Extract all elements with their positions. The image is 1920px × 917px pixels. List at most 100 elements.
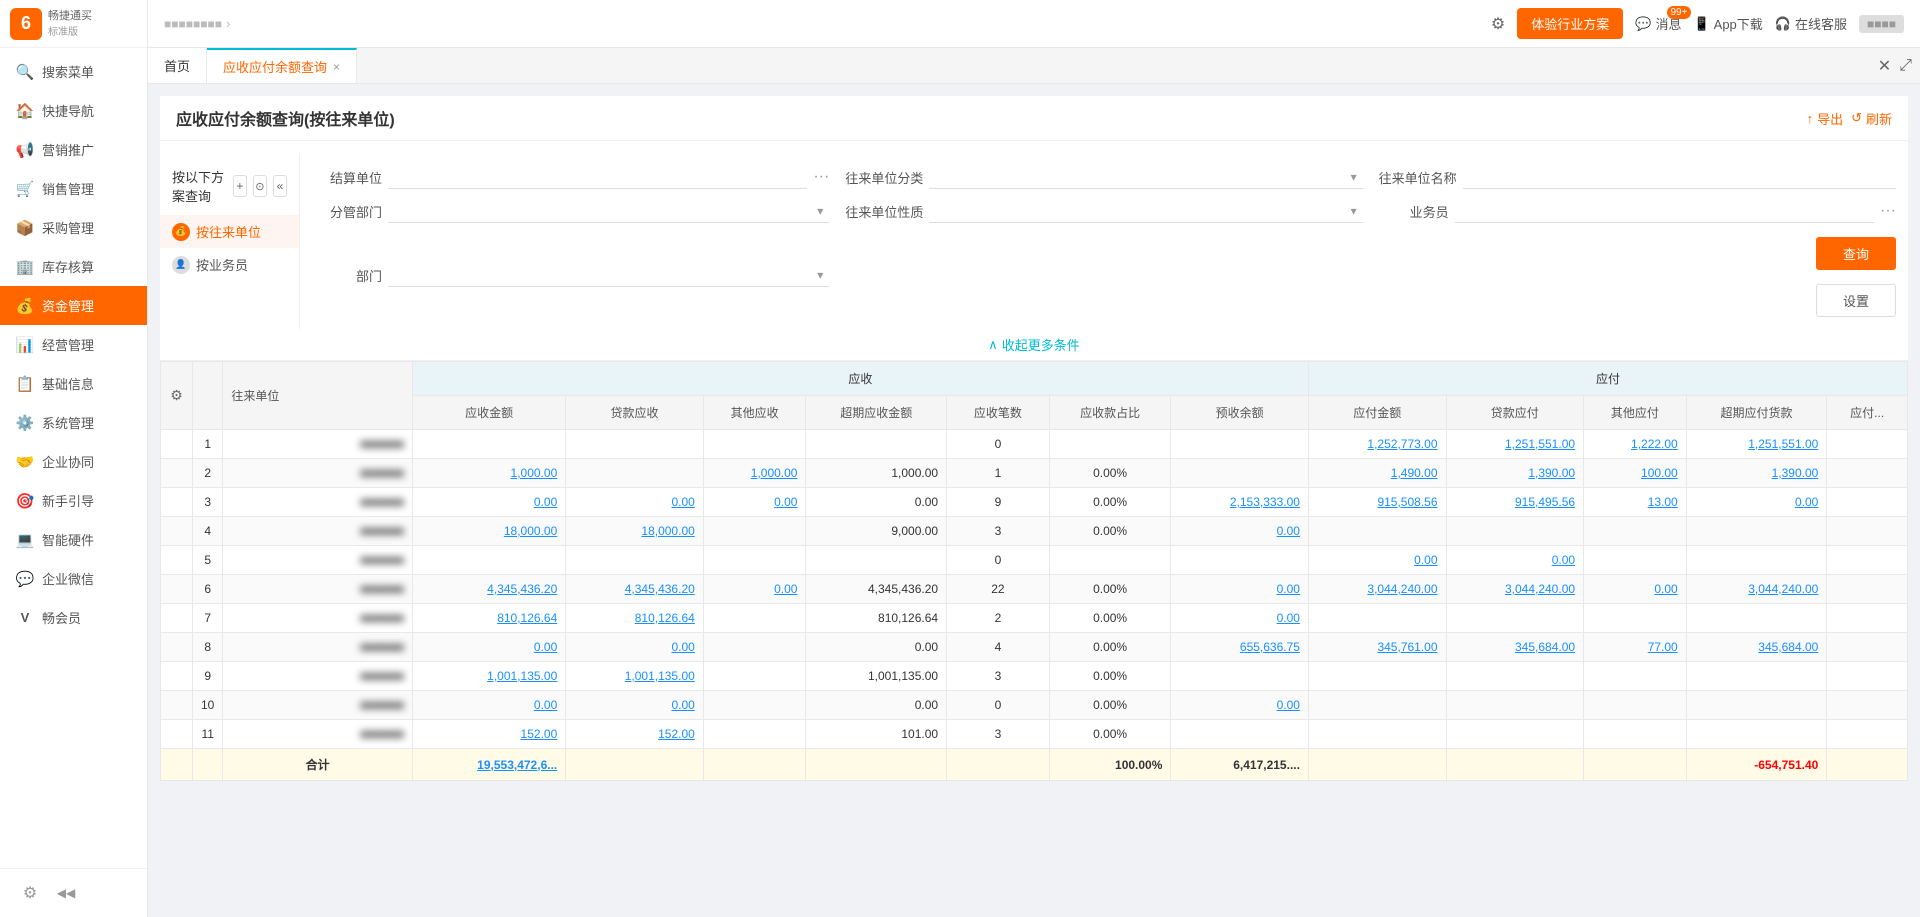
- table-cell[interactable]: 0.00: [1171, 575, 1309, 604]
- table-cell[interactable]: 18,000.00: [412, 517, 565, 546]
- table-cell[interactable]: 1,000.00: [703, 459, 806, 488]
- table-cell[interactable]: 77.00: [1584, 633, 1687, 662]
- table-cell[interactable]: 2,153,333.00: [1171, 488, 1309, 517]
- table-cell[interactable]: 100.00: [1584, 459, 1687, 488]
- table-cell[interactable]: 0.00: [566, 691, 704, 720]
- filter-collapse-btn[interactable]: «: [273, 175, 287, 197]
- partner-nature-select[interactable]: ▾: [929, 200, 1362, 223]
- table-cell[interactable]: 0.00: [703, 575, 806, 604]
- table-cell[interactable]: 0.00: [1171, 691, 1309, 720]
- sidebar-item-guide[interactable]: 🎯 新手引导: [0, 481, 147, 520]
- table-cell[interactable]: 0.00: [1308, 546, 1446, 575]
- th-gear[interactable]: ⚙: [161, 362, 193, 430]
- table-cell[interactable]: 0.00: [412, 633, 565, 662]
- table-cell[interactable]: 152.00: [566, 720, 704, 749]
- add-filter-btn[interactable]: +: [233, 175, 247, 197]
- gear-icon[interactable]: ⚙: [1491, 14, 1505, 34]
- table-cell[interactable]: 0.00: [566, 633, 704, 662]
- sidebar-item-purchase[interactable]: 📦 采购管理: [0, 208, 147, 247]
- table-cell[interactable]: 1,001,135.00: [412, 662, 565, 691]
- table-cell[interactable]: 3,044,240.00: [1446, 575, 1584, 604]
- table-cell[interactable]: 18,000.00: [566, 517, 704, 546]
- table-cell[interactable]: 13.00: [1584, 488, 1687, 517]
- tab-home[interactable]: 首页: [148, 48, 207, 83]
- message-btn[interactable]: 💬 消息 99+: [1635, 14, 1681, 33]
- salesperson-dots-icon[interactable]: ···: [1880, 202, 1896, 220]
- table-cell[interactable]: 3,044,240.00: [1308, 575, 1446, 604]
- user-info[interactable]: ■■■■: [1859, 16, 1904, 31]
- sidebar-item-member[interactable]: V 畅会员: [0, 598, 147, 637]
- dept-manage-select[interactable]: ▾: [388, 200, 829, 223]
- sidebar-item-hardware[interactable]: 💻 智能硬件: [0, 520, 147, 559]
- sidebar-collapse-icon[interactable]: ◀◀: [52, 879, 80, 907]
- collapse-btn[interactable]: ∧ 收起更多条件: [160, 329, 1908, 360]
- table-cell[interactable]: 345,684.00: [1686, 633, 1827, 662]
- table-cell[interactable]: 152.00: [412, 720, 565, 749]
- table-cell[interactable]: 1,001,135.00: [566, 662, 704, 691]
- gear-icon-table[interactable]: ⚙: [170, 387, 183, 403]
- service-btn[interactable]: 🎧 在线客服: [1775, 14, 1847, 33]
- table-cell[interactable]: 1,251,551.00: [1446, 430, 1584, 459]
- table-cell[interactable]: 345,684.00: [1446, 633, 1584, 662]
- table-cell[interactable]: 0.00: [412, 488, 565, 517]
- table-cell[interactable]: 4,345,436.20: [412, 575, 565, 604]
- table-cell[interactable]: 655,636.75: [1171, 633, 1309, 662]
- query-btn[interactable]: 查询: [1816, 237, 1896, 270]
- sidebar-settings-icon[interactable]: ⚙: [16, 879, 44, 907]
- salesperson-input[interactable]: [1455, 199, 1874, 223]
- table-wrapper[interactable]: ⚙ 往来单位 应收 应付 应收金额 贷款应收 其他应收 超期应收金额 应收笔数: [160, 361, 1908, 781]
- partner-name-input[interactable]: [1463, 165, 1896, 189]
- summary-ar-amount[interactable]: 19,553,472,6...: [412, 749, 565, 781]
- sidebar-item-system[interactable]: ⚙️ 系统管理: [0, 403, 147, 442]
- sidebar-item-inventory[interactable]: 🏢 库存核算: [0, 247, 147, 286]
- table-cell[interactable]: 810,126.64: [566, 604, 704, 633]
- trial-btn[interactable]: 体验行业方案: [1517, 8, 1623, 39]
- settlement-input[interactable]: [388, 165, 807, 189]
- query-panel-by-partner[interactable]: 💰 按往来单位: [160, 215, 299, 248]
- sidebar-item-sales[interactable]: 🛒 销售管理: [0, 169, 147, 208]
- sidebar-item-corp[interactable]: 🤝 企业协同: [0, 442, 147, 481]
- dept-select[interactable]: ▾: [388, 264, 829, 287]
- app-download-btn[interactable]: 📱 App下载: [1693, 14, 1762, 33]
- sidebar-item-wechat[interactable]: 💬 企业微信: [0, 559, 147, 598]
- query-panel-by-staff[interactable]: 👤 按业务员: [160, 248, 299, 281]
- sidebar-item-quicknav[interactable]: 🏠 快捷导航: [0, 91, 147, 130]
- table-cell[interactable]: 1,000.00: [412, 459, 565, 488]
- sidebar-item-search[interactable]: 🔍 搜索菜单: [0, 52, 147, 91]
- table-cell[interactable]: 1,390.00: [1686, 459, 1827, 488]
- table-cell[interactable]: 4,345,436.20: [566, 575, 704, 604]
- table-cell[interactable]: 0.00: [412, 691, 565, 720]
- table-cell[interactable]: 1,251,551.00: [1686, 430, 1827, 459]
- basic-icon: 📋: [16, 375, 34, 393]
- table-cell[interactable]: 1,252,773.00: [1308, 430, 1446, 459]
- table-cell[interactable]: 0.00: [1446, 546, 1584, 575]
- table-cell[interactable]: 0.00: [1686, 488, 1827, 517]
- table-cell[interactable]: 3,044,240.00: [1686, 575, 1827, 604]
- partner-type-select[interactable]: ▾: [929, 166, 1362, 189]
- table-cell[interactable]: 915,508.56: [1308, 488, 1446, 517]
- sidebar-item-finance[interactable]: 💰 资金管理: [0, 286, 147, 325]
- sidebar-item-basic[interactable]: 📋 基础信息: [0, 364, 147, 403]
- tab-close-icon[interactable]: ×: [333, 60, 340, 74]
- setting-btn[interactable]: 设置: [1816, 284, 1896, 317]
- tab-arap[interactable]: 应收应付余额查询 ×: [207, 48, 357, 83]
- table-cell[interactable]: 0.00: [1171, 604, 1309, 633]
- filter-settings-btn[interactable]: ⊙: [253, 175, 267, 197]
- sidebar-item-marketing[interactable]: 📢 营销推广: [0, 130, 147, 169]
- table-cell[interactable]: 915,495.56: [1446, 488, 1584, 517]
- tab-fullscreen-btn[interactable]: ⤢: [1899, 57, 1912, 75]
- table-cell[interactable]: 1,390.00: [1446, 459, 1584, 488]
- table-cell[interactable]: 1,490.00: [1308, 459, 1446, 488]
- table-cell[interactable]: 345,761.00: [1308, 633, 1446, 662]
- refresh-btn[interactable]: ↺ 刷新: [1851, 109, 1892, 128]
- table-cell[interactable]: 0.00: [703, 488, 806, 517]
- tab-close-all-btn[interactable]: ✕: [1878, 56, 1891, 76]
- sidebar-item-operation[interactable]: 📊 经营管理: [0, 325, 147, 364]
- table-cell[interactable]: 0.00: [1584, 575, 1687, 604]
- table-cell[interactable]: 0.00: [566, 488, 704, 517]
- table-cell[interactable]: 810,126.64: [412, 604, 565, 633]
- table-cell[interactable]: 0.00: [1171, 517, 1309, 546]
- settlement-dots-icon[interactable]: ···: [813, 168, 829, 186]
- table-cell[interactable]: 1,222.00: [1584, 430, 1687, 459]
- export-btn[interactable]: ↑ 导出: [1807, 109, 1844, 128]
